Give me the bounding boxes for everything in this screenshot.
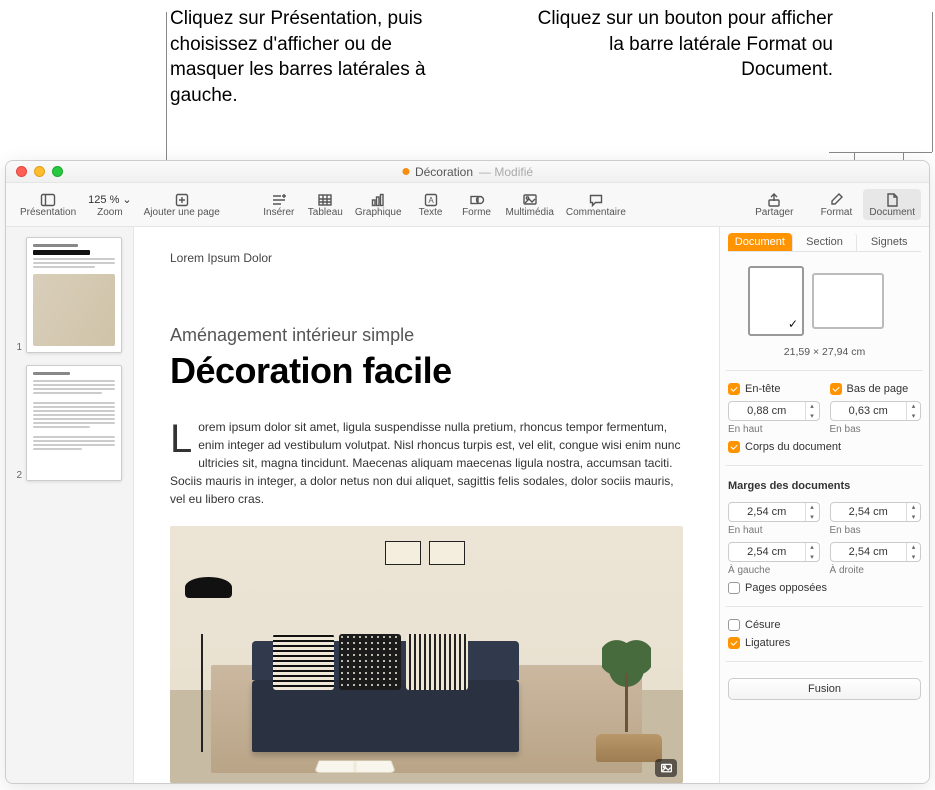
document-subtitle: Aménagement intérieur simple bbox=[170, 325, 683, 346]
chart-button[interactable]: Graphique bbox=[349, 189, 408, 220]
facing-pages-checkbox-row[interactable]: Pages opposées bbox=[728, 582, 921, 594]
tab-section[interactable]: Section bbox=[792, 233, 858, 251]
page-header-text: Lorem Ipsum Dolor bbox=[170, 251, 683, 265]
zoom-value: 125 % ⌄ bbox=[88, 191, 131, 208]
checkmark-icon: ✓ bbox=[788, 317, 798, 331]
add-page-button[interactable]: Ajouter une page bbox=[138, 189, 226, 220]
body-checkbox-row[interactable]: Corps du document bbox=[728, 441, 921, 453]
checkbox-icon bbox=[830, 383, 842, 395]
callout-format-document: Cliquez sur un bouton pour afficher la b… bbox=[533, 6, 833, 83]
checkbox-icon bbox=[728, 582, 740, 594]
page-orientation-landscape[interactable] bbox=[812, 273, 884, 329]
header-top-stepper[interactable]: 0,88 cm▴▾ bbox=[728, 401, 820, 421]
checkbox-icon bbox=[728, 619, 740, 631]
text-button[interactable]: A Texte bbox=[408, 189, 454, 220]
document-inspector-sidebar: Document Section Signets ✓ 21,59 × 27,94… bbox=[719, 227, 929, 783]
page-thumbnail-1[interactable]: 1 bbox=[14, 237, 125, 353]
margins-heading: Marges des documents bbox=[728, 480, 921, 492]
comment-icon bbox=[588, 191, 604, 208]
tab-document[interactable]: Document bbox=[728, 233, 792, 251]
share-icon bbox=[766, 191, 782, 208]
document-image[interactable] bbox=[170, 526, 683, 783]
close-icon[interactable] bbox=[16, 166, 27, 177]
checkbox-icon bbox=[728, 637, 740, 649]
margin-right-stepper[interactable]: 2,54 cm▴▾ bbox=[830, 542, 922, 562]
window-title: Décoration — Modifié bbox=[402, 165, 533, 179]
media-button[interactable]: Multimédia bbox=[500, 189, 560, 220]
table-button[interactable]: Tableau bbox=[302, 189, 349, 220]
footer-checkbox-row[interactable]: Bas de page bbox=[830, 383, 922, 395]
callouts: Cliquez sur Présentation, puis choisisse… bbox=[0, 0, 935, 160]
margin-bottom-stepper[interactable]: 2,54 cm▴▾ bbox=[830, 502, 922, 522]
presentation-button[interactable]: Présentation bbox=[14, 189, 82, 220]
comment-button[interactable]: Commentaire bbox=[560, 189, 632, 220]
toolbar: Présentation 125 % ⌄ Zoom Ajouter une pa… bbox=[6, 183, 929, 227]
table-icon bbox=[317, 191, 333, 208]
document-name: Décoration bbox=[415, 165, 473, 179]
sidebar-icon bbox=[40, 191, 56, 208]
dropcap: L bbox=[170, 418, 198, 456]
insert-button[interactable]: Insérer bbox=[256, 189, 302, 220]
format-button[interactable]: Format bbox=[813, 189, 859, 220]
inspector-tabs: Document Section Signets bbox=[728, 233, 921, 252]
image-replace-icon[interactable] bbox=[655, 759, 677, 777]
fusion-button[interactable]: Fusion bbox=[728, 678, 921, 700]
checkbox-icon bbox=[728, 441, 740, 453]
minimize-icon[interactable] bbox=[34, 166, 45, 177]
title-bar: Décoration — Modifié bbox=[6, 161, 929, 183]
media-icon bbox=[522, 191, 538, 208]
share-button[interactable]: Partager bbox=[749, 189, 799, 220]
window-controls bbox=[16, 166, 63, 177]
svg-text:A: A bbox=[428, 196, 434, 205]
zoom-button[interactable]: 125 % ⌄ Zoom bbox=[82, 189, 137, 220]
fullscreen-icon[interactable] bbox=[52, 166, 63, 177]
page-thumbnails-sidebar: 1 2 bbox=[6, 227, 134, 783]
document-icon bbox=[884, 191, 900, 208]
header-checkbox-row[interactable]: En-tête bbox=[728, 383, 820, 395]
tab-bookmarks[interactable]: Signets bbox=[857, 233, 921, 251]
hyphenation-checkbox-row[interactable]: Césure bbox=[728, 619, 921, 631]
callout-presentation: Cliquez sur Présentation, puis choisisse… bbox=[170, 6, 470, 109]
document-paragraph: Lorem ipsum dolor sit amet, ligula suspe… bbox=[170, 418, 683, 508]
shape-button[interactable]: Forme bbox=[454, 189, 500, 220]
margin-left-stepper[interactable]: 2,54 cm▴▾ bbox=[728, 542, 820, 562]
page-dimensions: 21,59 × 27,94 cm bbox=[728, 346, 921, 358]
checkbox-icon bbox=[728, 383, 740, 395]
plus-page-icon bbox=[174, 191, 190, 208]
document-button[interactable]: Document bbox=[863, 189, 921, 220]
shape-icon bbox=[469, 191, 485, 208]
page-orientation-portrait[interactable]: ✓ bbox=[748, 266, 804, 336]
footer-bottom-stepper[interactable]: 0,63 cm▴▾ bbox=[830, 401, 922, 421]
page-thumbnail-2[interactable]: 2 bbox=[14, 365, 125, 481]
insert-icon bbox=[271, 191, 287, 208]
modified-badge: Modifié bbox=[494, 165, 533, 179]
chart-icon bbox=[370, 191, 386, 208]
margin-top-stepper[interactable]: 2,54 cm▴▾ bbox=[728, 502, 820, 522]
ligatures-checkbox-row[interactable]: Ligatures bbox=[728, 637, 921, 649]
document-canvas[interactable]: Lorem Ipsum Dolor Aménagement intérieur … bbox=[134, 227, 719, 783]
document-icon bbox=[402, 168, 409, 175]
page-size-thumbnails: ✓ bbox=[728, 262, 921, 338]
document-title: Décoration facile bbox=[170, 350, 683, 392]
brush-icon bbox=[828, 191, 844, 208]
app-window: Décoration — Modifié Présentation 125 % … bbox=[5, 160, 930, 784]
text-icon: A bbox=[423, 191, 439, 208]
